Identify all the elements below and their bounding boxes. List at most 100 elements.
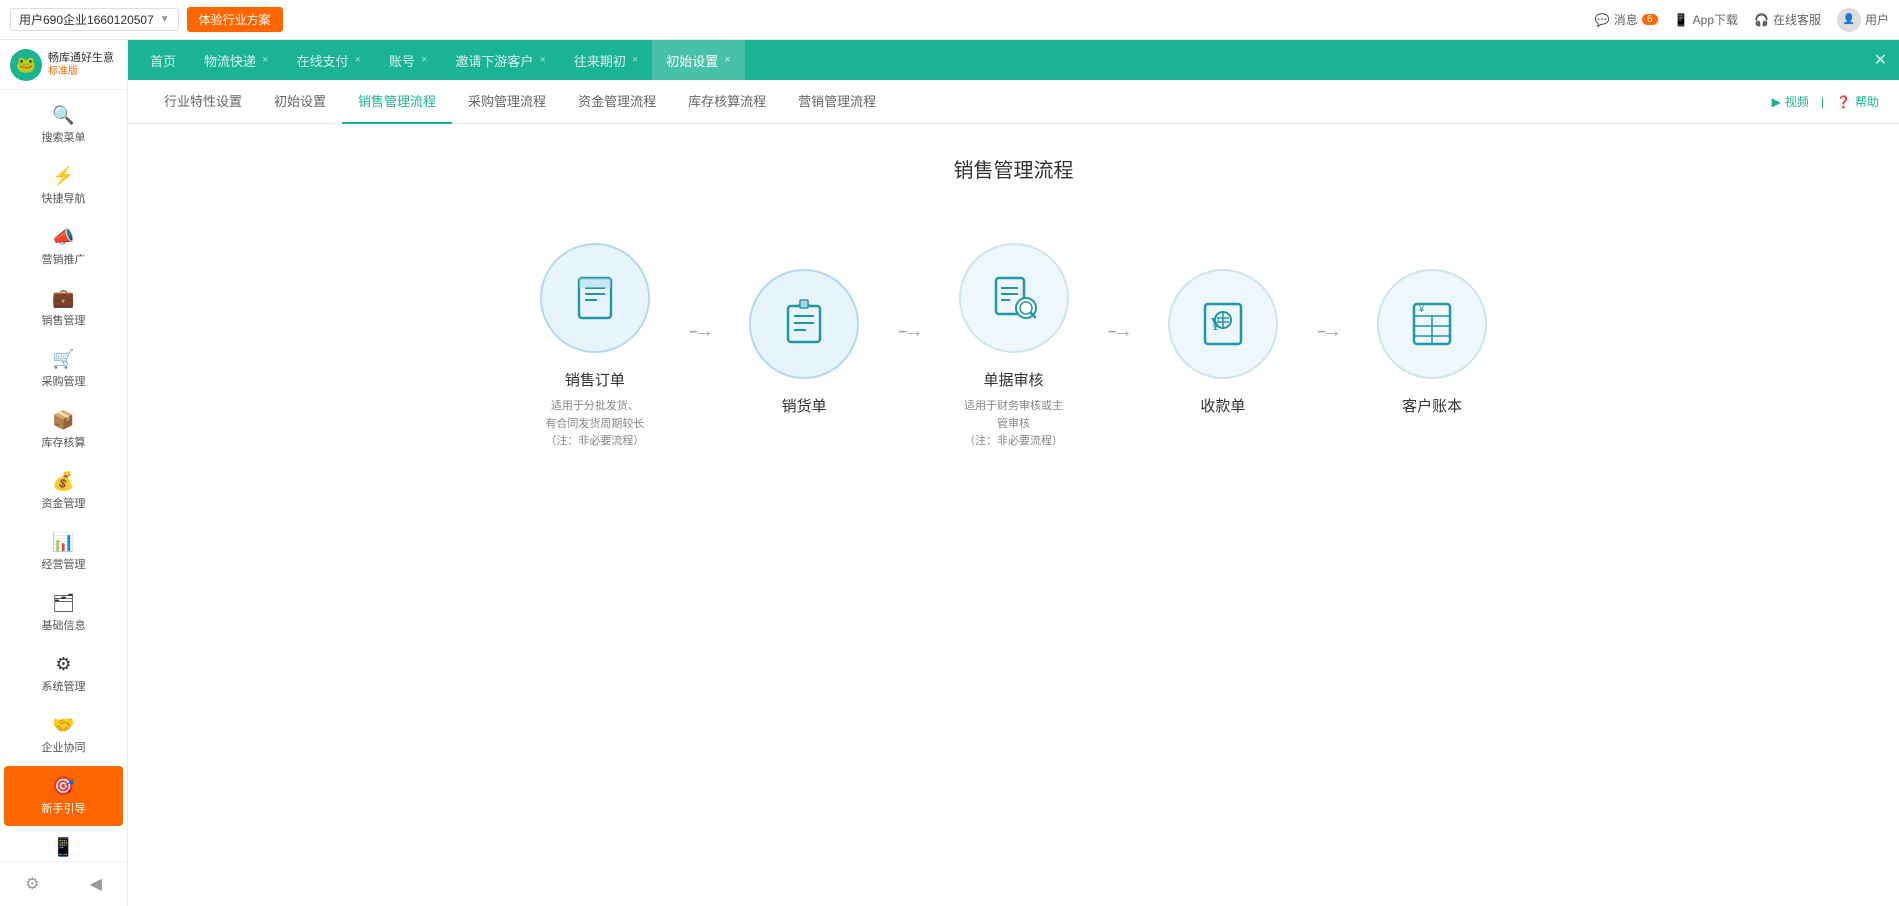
inventory-icon: 📦: [52, 410, 74, 431]
flow-page: 销售管理流程 销售订单: [128, 124, 1899, 481]
sidebar-item-collab[interactable]: 🤝 企业协同: [4, 705, 123, 765]
settings-bottom-icon[interactable]: ⚙: [21, 870, 43, 898]
tab-home-label: 首页: [150, 51, 176, 70]
subtab-industry[interactable]: 行业特性设置: [148, 80, 258, 124]
logo-line1: 畅库通好生意: [48, 51, 114, 65]
subtab-basic[interactable]: 初始设置: [258, 80, 342, 124]
flow-step-ledger: ¥ 客户账本: [1342, 269, 1522, 424]
step-name-ledger: 客户账本: [1402, 395, 1462, 416]
help-label: 帮助: [1855, 93, 1879, 110]
tab-init-label: 初始设置: [666, 51, 718, 70]
flow-steps: 销售订单 适用于分批发货、有合同发货周期较长（注：非必要流程） --→: [188, 243, 1839, 451]
tab-init[interactable]: 初始设置 ×: [652, 40, 744, 80]
sales-icon: 💼: [52, 288, 74, 309]
appstore-icon: 📱: [52, 837, 74, 858]
subtab-purchase-flow[interactable]: 采购管理流程: [452, 80, 562, 124]
sidebar-nav: 🔍 搜索菜单 ⚡ 快捷导航 📣 营销推广 💼 销售管理 🛒 采购管理 📦: [0, 90, 127, 861]
tab-payment-label: 在线支付: [296, 51, 348, 70]
subtab-finance-flow[interactable]: 资金管理流程: [562, 80, 672, 124]
divider: |: [1821, 95, 1824, 109]
sidebar-label-basicinfo: 基础信息: [42, 617, 86, 633]
avatar: 👤: [1837, 8, 1861, 32]
tab-logistics-close[interactable]: ×: [262, 54, 268, 66]
subtab-inventory-flow-label: 库存核算流程: [688, 91, 766, 110]
help-icon: ❓: [1836, 95, 1851, 109]
sidebar-item-system[interactable]: ⚙ 系统管理: [4, 644, 123, 704]
tab-account-label: 账号: [389, 51, 415, 70]
flow-arrow-2: --→: [898, 320, 919, 373]
user-menu-button[interactable]: 👤 用户: [1837, 8, 1889, 32]
step-desc-sales-order: 适用于分批发货、有合同发货周期较长（注：非必要流程）: [545, 398, 644, 451]
sidebar-item-quicknav[interactable]: ⚡ 快捷导航: [4, 156, 123, 216]
service-button[interactable]: 🎧 在线客服: [1754, 11, 1821, 28]
help-link[interactable]: ❓ 帮助: [1836, 93, 1879, 110]
user-selector[interactable]: 用户690企业1660120507 ▼: [10, 8, 179, 31]
logo-icon: 🐸: [10, 49, 42, 81]
tab-invite-close[interactable]: ×: [539, 54, 545, 66]
tab-init-close[interactable]: ×: [724, 54, 730, 66]
tab-payment[interactable]: 在线支付 ×: [282, 40, 374, 80]
service-label: 在线客服: [1773, 11, 1821, 28]
sidebar-item-sales[interactable]: 💼 销售管理: [4, 278, 123, 338]
tab-home[interactable]: 首页: [136, 40, 190, 80]
app-download-button[interactable]: 📱 App下载: [1674, 11, 1738, 28]
sub-tabs: 行业特性设置 初始设置 销售管理流程 采购管理流程 资金管理流程 库存核算流程: [128, 80, 1899, 124]
tab-period-label: 往来期初: [574, 51, 626, 70]
sidebar-label-sales: 销售管理: [42, 312, 86, 328]
message-button[interactable]: 💬 消息 6: [1595, 11, 1658, 28]
flow-step-delivery: 销货单: [714, 269, 894, 424]
system-icon: ⚙: [55, 654, 71, 675]
sidebar-label-purchase: 采购管理: [42, 373, 86, 389]
audit-icon: [988, 272, 1040, 324]
flow-circle-receipt[interactable]: ¥: [1168, 269, 1278, 379]
subtab-marketing-flow[interactable]: 营销管理流程: [782, 80, 892, 124]
sidebar-label-business: 经营管理: [42, 556, 86, 572]
flow-circle-sales-order[interactable]: [540, 243, 650, 353]
collab-icon: 🤝: [52, 715, 74, 736]
page-content: 行业特性设置 初始设置 销售管理流程 采购管理流程 资金管理流程 库存核算流程: [128, 80, 1899, 906]
flow-circle-audit[interactable]: [959, 243, 1069, 353]
flow-circle-delivery[interactable]: [749, 269, 859, 379]
sidebar-item-purchase[interactable]: 🛒 采购管理: [4, 339, 123, 399]
sidebar-label-newbie: 新手引导: [42, 800, 86, 816]
step-name-audit: 单据审核: [983, 369, 1043, 390]
sidebar-item-finance[interactable]: 💰 资金管理: [4, 461, 123, 521]
sidebar-item-inventory[interactable]: 📦 库存核算: [4, 400, 123, 460]
step-name-sales-order: 销售订单: [565, 369, 625, 390]
step-name-delivery: 销货单: [782, 395, 827, 416]
message-label: 消息: [1614, 11, 1638, 28]
tab-account[interactable]: 账号 ×: [375, 40, 441, 80]
trial-button[interactable]: 体验行业方案: [187, 7, 283, 32]
business-icon: 📊: [52, 532, 74, 553]
tab-logistics[interactable]: 物流快递 ×: [190, 40, 282, 80]
flow-arrow-4: --→: [1317, 320, 1338, 373]
receipt-icon: ¥: [1197, 298, 1249, 350]
sidebar-item-business[interactable]: 📊 经营管理: [4, 522, 123, 582]
sidebar-label-marketing: 营销推广: [42, 251, 86, 267]
marketing-icon: 📣: [52, 227, 74, 248]
subtab-sales-flow[interactable]: 销售管理流程: [342, 80, 452, 124]
flow-step-audit: 单据审核 适用于财务审核或主管审核（注：非必要流程）: [924, 243, 1104, 451]
tab-period[interactable]: 往来期初 ×: [560, 40, 652, 80]
sidebar-label-system: 系统管理: [42, 678, 86, 694]
sidebar-item-basicinfo[interactable]: 🗂 基础信息: [4, 583, 123, 643]
tab-period-close[interactable]: ×: [632, 54, 638, 66]
video-link[interactable]: ▶ 视频: [1772, 93, 1809, 110]
step-name-receipt: 收款单: [1200, 395, 1245, 416]
sales-order-icon: [569, 272, 621, 324]
flow-circle-ledger[interactable]: ¥: [1377, 269, 1487, 379]
chevron-down-icon: ▼: [160, 14, 170, 25]
tab-payment-close[interactable]: ×: [354, 54, 360, 66]
sidebar-item-search[interactable]: 🔍 搜索菜单: [4, 95, 123, 155]
sidebar: 🐸 畅库通好生意 标准版 🔍 搜索菜单 ⚡ 快捷导航 📣 营销推广 💼 销售管理: [0, 40, 128, 906]
sidebar-item-appstore[interactable]: 📱 应用中心: [4, 827, 123, 861]
close-all-tabs-button[interactable]: ✕: [1870, 46, 1891, 74]
sidebar-item-newbie[interactable]: 🎯 新手引导: [4, 766, 123, 826]
subtab-inventory-flow[interactable]: 库存核算流程: [672, 80, 782, 124]
collapse-icon[interactable]: ◀: [86, 870, 106, 898]
purchase-icon: 🛒: [52, 349, 74, 370]
tab-invite[interactable]: 邀请下游客户 ×: [441, 40, 559, 80]
tab-account-close[interactable]: ×: [421, 54, 427, 66]
sidebar-item-marketing[interactable]: 📣 营销推广: [4, 217, 123, 277]
video-label: 视频: [1785, 93, 1809, 110]
